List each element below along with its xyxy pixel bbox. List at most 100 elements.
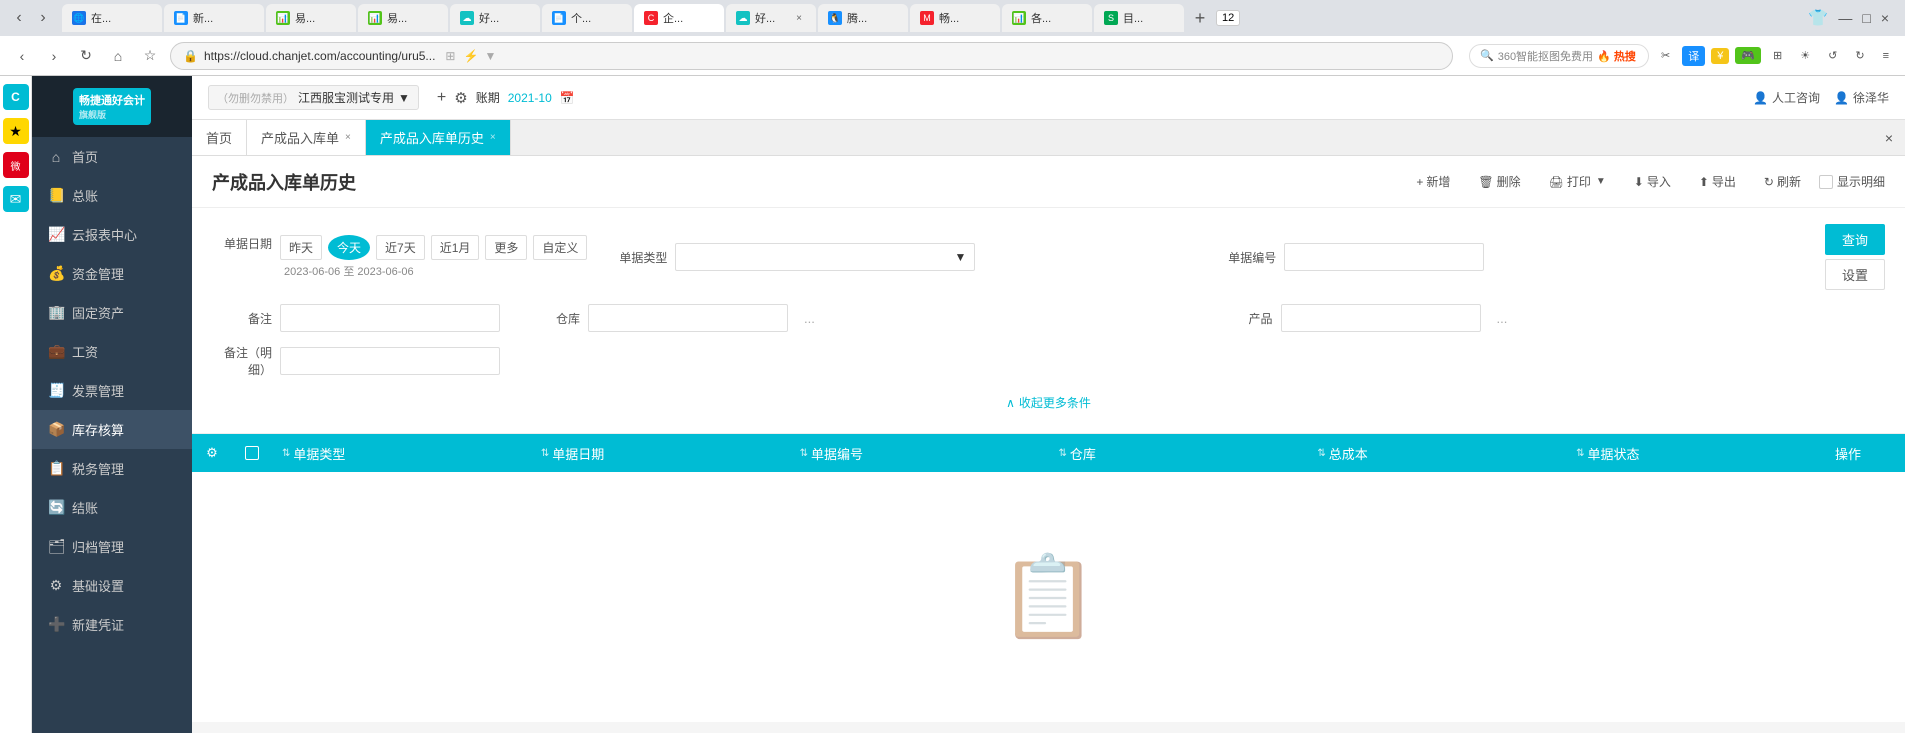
week-btn[interactable]: 近7天 [376, 235, 425, 260]
sidebar-item-tax-mgmt[interactable]: 📋 税务管理 [32, 449, 192, 488]
export-btn[interactable]: ⬆ 导出 [1689, 168, 1746, 195]
company-selector[interactable]: （勿删勿禁用） 江西服宝测试专用 ▼ [208, 85, 419, 110]
new-btn[interactable]: + 新增 [1406, 168, 1460, 195]
product-dots[interactable]: ... [1489, 311, 1516, 326]
refresh-page-btn[interactable]: ↻ 刷新 [1754, 168, 1811, 195]
page-tab-list[interactable]: 产成品入库单 × [247, 120, 366, 155]
sidebar-item-archive-mgmt[interactable]: 🗂 归档管理 [32, 527, 192, 566]
grid-toolbar-icon[interactable]: ⊞ [1767, 46, 1788, 65]
close-btn[interactable]: × [1881, 10, 1889, 26]
address-dropdown-btn[interactable]: ▼ [484, 49, 496, 63]
custom-btn[interactable]: 自定义 [533, 235, 587, 260]
browser-tab-3[interactable]: 📊 易... [266, 4, 356, 32]
page-tab-list-close[interactable]: × [345, 132, 351, 143]
warehouse-dots[interactable]: ... [796, 311, 823, 326]
chanjet-icon[interactable]: C [3, 84, 29, 110]
import-btn[interactable]: ⬇ 导入 [1624, 168, 1681, 195]
print-btn[interactable]: 🖨 打印 ▼ [1539, 168, 1616, 195]
grid-btn[interactable]: ⊞ [445, 49, 455, 63]
print-dropdown-icon[interactable]: ▼ [1596, 176, 1606, 187]
search-box[interactable]: 🔍 360智能抠图免费用 🔥 热搜 [1469, 44, 1649, 68]
th-number[interactable]: ⇅ 单据编号 [790, 444, 1049, 463]
th-status[interactable]: ⇅ 单据状态 [1566, 444, 1825, 463]
scissor-translate-icon[interactable]: ✂ [1655, 46, 1676, 65]
more-btn[interactable]: 更多 [485, 235, 527, 260]
page-tab-home[interactable]: 首页 [192, 120, 247, 155]
sidebar-item-report-center[interactable]: 📈 云报表中心 [32, 215, 192, 254]
sidebar-item-new-voucher[interactable]: ➕ 新建凭证 [32, 605, 192, 644]
th-date[interactable]: ⇅ 单据日期 [531, 444, 790, 463]
forward-btn[interactable]: › [42, 44, 66, 68]
voucher-type-select[interactable]: ▼ [675, 243, 975, 271]
query-btn[interactable]: 查询 [1825, 224, 1885, 255]
settings-filter-btn[interactable]: 设置 [1825, 259, 1885, 290]
sidebar-item-fund-mgmt[interactable]: 💰 资金管理 [32, 254, 192, 293]
sidebar-item-settle[interactable]: 🔄 结账 [32, 488, 192, 527]
browser-tab-8[interactable]: ☁ 好... × [726, 4, 816, 32]
collapse-btn[interactable]: ∧ 收起更多条件 [1000, 388, 1097, 417]
browser-tab-1[interactable]: 🌐 在... [62, 4, 162, 32]
browser-forward-btn[interactable]: › [32, 7, 54, 29]
close-panel-btn[interactable]: × [1873, 130, 1905, 146]
th-checkbox[interactable] [232, 446, 272, 460]
new-tab-button[interactable]: + [1186, 4, 1214, 32]
page-tab-history-close[interactable]: × [490, 132, 496, 143]
bookmark-btn[interactable]: ☆ [138, 44, 162, 68]
browser-tab-9[interactable]: 🐧 腾... [818, 4, 908, 32]
show-detail-checkbox[interactable]: 显示明细 [1819, 173, 1885, 190]
yesterday-btn[interactable]: 昨天 [280, 235, 322, 260]
sidebar-item-inventory[interactable]: 📦 库存核算 [32, 410, 192, 449]
th-gear[interactable]: ⚙ [192, 445, 232, 461]
browser-tab-7[interactable]: C 企... [634, 4, 724, 32]
topbar-settings-btn[interactable]: ⚙ [454, 89, 467, 107]
tab-8-close[interactable]: × [792, 11, 806, 25]
address-input-field[interactable]: 🔒 https://cloud.chanjet.com/accounting/u… [170, 42, 1453, 70]
warehouse-input[interactable] [588, 304, 788, 332]
browser-tab-5[interactable]: ☁ 好... [450, 4, 540, 32]
translate-icon[interactable]: 译 [1682, 46, 1705, 66]
delete-btn[interactable]: 🗑 删除 [1468, 168, 1530, 195]
yuan-icon[interactable]: ¥ [1711, 48, 1729, 64]
browser-tab-4[interactable]: 📊 易... [358, 4, 448, 32]
sidebar-item-basic-settings[interactable]: ⚙ 基础设置 [32, 566, 192, 605]
voucher-number-input[interactable] [1284, 243, 1484, 271]
sidebar-item-invoice-mgmt[interactable]: 🧾 发票管理 [32, 371, 192, 410]
month-btn[interactable]: 近1月 [431, 235, 480, 260]
star-ext-icon[interactable]: ★ [3, 118, 29, 144]
today-btn[interactable]: 今天 [328, 235, 370, 260]
sidebar-item-home[interactable]: ⌂ 首页 [32, 137, 192, 176]
mail-ext-icon[interactable]: ✉ [3, 186, 29, 212]
browser-tab-11[interactable]: 📊 各... [1002, 4, 1092, 32]
refresh-btn[interactable]: ↻ [74, 44, 98, 68]
sidebar-item-fixed-assets[interactable]: 🏢 固定资产 [32, 293, 192, 332]
home-btn[interactable]: ⌂ [106, 44, 130, 68]
sidebar-item-general-ledger[interactable]: 📒 总账 [32, 176, 192, 215]
game-icon[interactable]: 🎮 [1735, 47, 1761, 64]
user-avatar[interactable]: 👤 徐泽华 [1834, 89, 1889, 106]
product-input[interactable] [1281, 304, 1481, 332]
browser-tab-2[interactable]: 📄 新... [164, 4, 264, 32]
lightning-btn[interactable]: ⚡ [463, 49, 478, 63]
back-btn[interactable]: ‹ [10, 44, 34, 68]
detail-remark-input[interactable] [280, 347, 500, 375]
weibo-icon[interactable]: 微 [3, 152, 29, 178]
service-btn[interactable]: 👤 人工咨询 [1753, 89, 1820, 106]
menu-icon[interactable]: ≡ [1877, 47, 1895, 65]
remark-input[interactable] [280, 304, 500, 332]
add-company-btn[interactable]: + [437, 89, 446, 107]
theme-icon[interactable]: ☀ [1794, 46, 1816, 65]
th-voucher-type[interactable]: ⇅ 单据类型 [272, 444, 531, 463]
th-cost[interactable]: ⇅ 总成本 [1307, 444, 1566, 463]
redo-icon[interactable]: ↻ [1849, 46, 1870, 65]
undo-icon[interactable]: ↺ [1822, 46, 1843, 65]
page-tab-history[interactable]: 产成品入库单历史 × [366, 120, 511, 155]
browser-back-btn[interactable]: ‹ [8, 7, 30, 29]
th-warehouse[interactable]: ⇅ 仓库 [1048, 444, 1307, 463]
browser-tab-12[interactable]: S 目... [1094, 4, 1184, 32]
maximize-btn[interactable]: □ [1862, 10, 1870, 26]
sidebar-item-payroll[interactable]: 💼 工资 [32, 332, 192, 371]
calendar-icon[interactable]: 📅 [560, 91, 575, 105]
minimize-btn[interactable]: — [1838, 10, 1852, 26]
browser-tab-10[interactable]: M 畅... [910, 4, 1000, 32]
browser-tab-6[interactable]: 📄 个... [542, 4, 632, 32]
